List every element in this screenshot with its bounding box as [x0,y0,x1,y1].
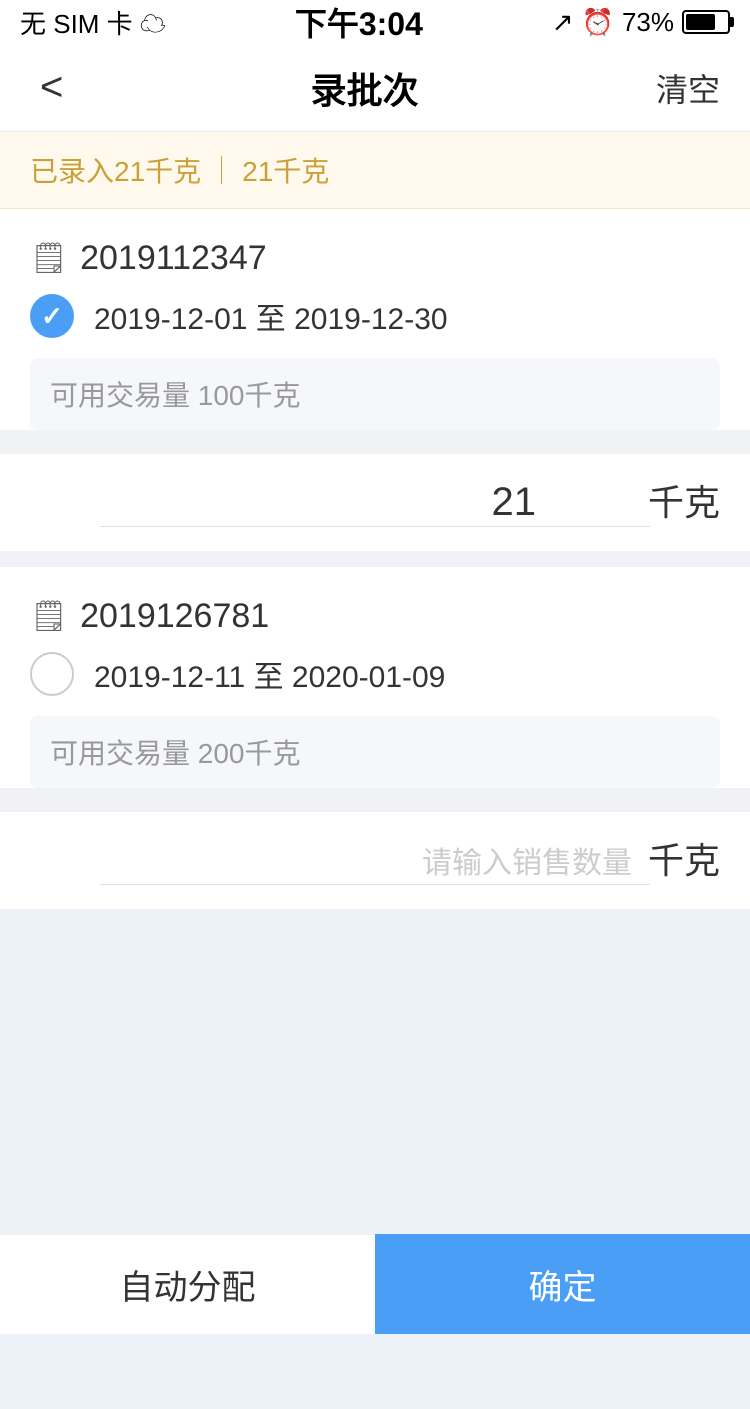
back-button[interactable]: < [30,55,73,120]
radio-select-1[interactable] [30,294,74,338]
batch-item-2: 🗒 2019126781 2019-12-11 至 2020-01-09 可用交… [0,567,750,788]
input-value-row-1: 21 千克 [0,454,750,526]
auto-distribute-button[interactable]: 自动分配 [0,1234,375,1334]
batch-header-2: 🗒 2019126781 [30,597,720,636]
location-icon: ↗ [552,7,574,38]
qty-value-1: 21 [491,480,536,525]
batch-id-2: 2019126781 [80,597,269,636]
battery-percent: 73% [622,7,674,38]
available-qty-box-1: 可用交易量 100千克 [30,358,720,430]
radio-select-2[interactable] [30,652,74,696]
batch-date-row-2: 2019-12-11 至 2020-01-09 [30,652,720,696]
empty-area [0,909,750,1409]
bottom-bar: 自动分配 确定 [0,1234,750,1334]
underline-1 [0,526,750,551]
nav-bar: < 录批次 清空 [0,44,750,132]
status-right: ↗ ⏰ 73% [552,7,730,38]
available-qty-text-2: 可用交易量 200千克 [50,738,301,769]
summary-recorded-label: 已录入21千克 [30,150,201,190]
summary-divider [221,156,222,184]
batch-id-1: 2019112347 [80,239,267,278]
qty-placeholder-2: 请输入销售数量 [422,838,632,882]
clear-button[interactable]: 清空 [656,65,720,111]
unit-label-1: 千克 [648,474,720,526]
input-value-row-2[interactable]: 请输入销售数量 千克 [0,812,750,884]
battery-icon [682,10,730,34]
batch-date-1: 2019-12-01 至 2019-12-30 [94,294,448,338]
status-left: 无 SIM 卡 ☁ [20,4,166,41]
batch-date-row-1: 2019-12-01 至 2019-12-30 [30,294,720,338]
available-qty-box-2: 可用交易量 200千克 [30,716,720,788]
available-qty-text-1: 可用交易量 100千克 [50,380,301,411]
doc-icon-1: 🗒 [30,241,68,276]
summary-bar: 已录入21千克 21千克 [0,132,750,209]
item-divider [0,551,750,567]
batch-date-2: 2019-12-11 至 2020-01-09 [94,652,445,696]
no-sim-label: 无 SIM 卡 ☁ [20,4,166,41]
batch-list: 🗒 2019112347 2019-12-01 至 2019-12-30 可用交… [0,209,750,909]
status-bar: 无 SIM 卡 ☁ 下午3:04 ↗ ⏰ 73% [0,0,750,44]
underline-2 [0,884,750,909]
page-title: 录批次 [311,62,419,114]
summary-value: 21千克 [242,150,329,190]
unit-label-2: 千克 [648,832,720,884]
alarm-icon: ⏰ [582,7,614,38]
confirm-button[interactable]: 确定 [375,1234,750,1334]
batch-header-1: 🗒 2019112347 [30,239,720,278]
status-time: 下午3:04 [295,0,423,45]
batch-item-1: 🗒 2019112347 2019-12-01 至 2019-12-30 可用交… [0,209,750,430]
doc-icon-2: 🗒 [30,599,68,634]
